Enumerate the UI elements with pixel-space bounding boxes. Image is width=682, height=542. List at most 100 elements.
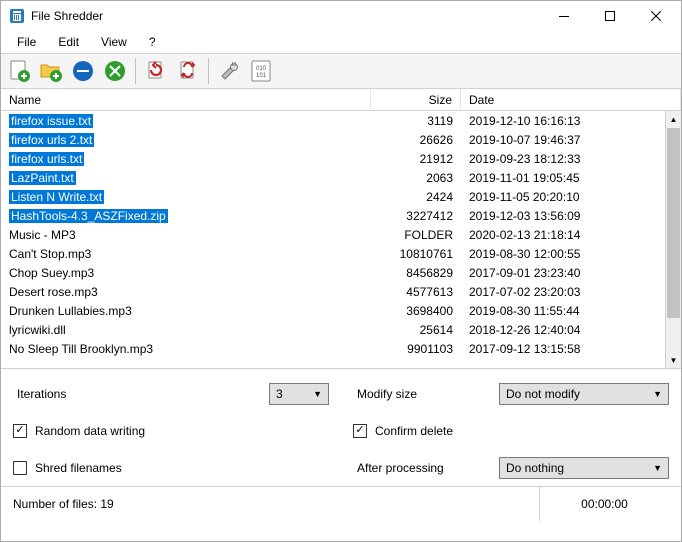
cell-size: FOLDER: [371, 228, 461, 242]
menu-file[interactable]: File: [7, 33, 46, 51]
cell-date: 2019-10-07 19:46:37: [461, 133, 681, 147]
table-row[interactable]: Music - MP3FOLDER2020-02-13 21:18:14: [1, 225, 681, 244]
scroll-thumb[interactable]: [667, 128, 680, 318]
scroll-track[interactable]: [666, 319, 681, 352]
window-title: File Shredder: [31, 9, 541, 23]
cell-name: Drunken Lullabies.mp3: [1, 304, 371, 318]
cell-size: 8456829: [371, 266, 461, 280]
menu-edit[interactable]: Edit: [48, 33, 89, 51]
cell-name: Music - MP3: [1, 228, 371, 242]
svg-text:101: 101: [256, 73, 267, 79]
chevron-down-icon: ▼: [313, 389, 322, 399]
cell-name: No Sleep Till Brooklyn.mp3: [1, 342, 371, 356]
table-row[interactable]: Drunken Lullabies.mp336984002019-08-30 1…: [1, 301, 681, 320]
cell-size: 25614: [371, 323, 461, 337]
column-date[interactable]: Date: [461, 89, 681, 110]
settings-button[interactable]: [215, 56, 243, 86]
table-row[interactable]: HashTools-4.3_ASZFixed.zip32274122019-12…: [1, 206, 681, 225]
cell-date: 2017-09-12 13:15:58: [461, 342, 681, 356]
add-file-button[interactable]: [5, 56, 33, 86]
column-size[interactable]: Size: [371, 89, 461, 110]
column-name[interactable]: Name: [1, 89, 371, 110]
titlebar: File Shredder: [1, 1, 681, 31]
confirm-delete-checkbox[interactable]: ✓: [353, 424, 367, 438]
cell-date: 2017-07-02 23:20:03: [461, 285, 681, 299]
status-time: 00:00:00: [539, 487, 669, 521]
minimize-button[interactable]: [541, 1, 587, 31]
after-processing-value: Do nothing: [506, 461, 564, 475]
add-folder-button[interactable]: [37, 56, 65, 86]
toolbar: 010 101: [1, 53, 681, 89]
table-row[interactable]: Chop Suey.mp384568292017-09-01 23:23:40: [1, 263, 681, 282]
confirm-delete-label[interactable]: Confirm delete: [375, 424, 453, 438]
after-processing-select[interactable]: Do nothing ▼: [499, 457, 669, 479]
table-row[interactable]: LazPaint.txt20632019-11-01 19:05:45: [1, 168, 681, 187]
cell-name: HashTools-4.3_ASZFixed.zip: [1, 209, 371, 223]
remove-button[interactable]: [69, 56, 97, 86]
statusbar: Number of files: 19 00:00:00: [1, 487, 681, 521]
binary-button[interactable]: 010 101: [247, 56, 275, 86]
scroll-up-icon[interactable]: ▲: [666, 111, 681, 127]
cell-date: 2020-02-13 21:18:14: [461, 228, 681, 242]
scroll-down-icon[interactable]: ▼: [666, 352, 681, 368]
cell-date: 2018-12-26 12:40:04: [461, 323, 681, 337]
cell-size: 10810761: [371, 247, 461, 261]
table-row[interactable]: Desert rose.mp345776132017-07-02 23:20:0…: [1, 282, 681, 301]
scrollbar[interactable]: ▲ ▼: [665, 111, 681, 368]
cell-name: lyricwiki.dll: [1, 323, 371, 337]
table-row[interactable]: firefox urls 2.txt266262019-10-07 19:46:…: [1, 130, 681, 149]
menubar: File Edit View ?: [1, 31, 681, 53]
modify-size-select[interactable]: Do not modify ▼: [499, 383, 669, 405]
close-button[interactable]: [633, 1, 679, 31]
after-processing-label: After processing: [357, 461, 499, 475]
controls-panel: Iterations 3 ▼ Modify size Do not modify…: [1, 369, 681, 487]
iterations-label: Iterations: [17, 387, 269, 401]
cell-date: 2019-11-05 20:20:10: [461, 190, 681, 204]
cell-name: firefox issue.txt: [1, 114, 371, 128]
modify-size-label: Modify size: [357, 387, 499, 401]
svg-text:010: 010: [256, 66, 267, 72]
shred-filenames-label[interactable]: Shred filenames: [35, 461, 122, 475]
file-list[interactable]: firefox issue.txt31192019-12-10 16:16:13…: [1, 111, 681, 369]
cell-name: firefox urls.txt: [1, 152, 371, 166]
table-row[interactable]: firefox urls.txt219122019-09-23 18:12:33: [1, 149, 681, 168]
maximize-button[interactable]: [587, 1, 633, 31]
cell-size: 2424: [371, 190, 461, 204]
status-count: Number of files: 19: [13, 497, 539, 511]
cell-name: firefox urls 2.txt: [1, 133, 371, 147]
refresh-button[interactable]: [174, 56, 202, 86]
cell-date: 2019-09-23 18:12:33: [461, 152, 681, 166]
column-header: Name Size Date: [1, 89, 681, 111]
modify-size-value: Do not modify: [506, 387, 580, 401]
cell-name: Can't Stop.mp3: [1, 247, 371, 261]
chevron-down-icon: ▼: [653, 463, 662, 473]
table-row[interactable]: firefox issue.txt31192019-12-10 16:16:13: [1, 111, 681, 130]
cell-date: 2019-12-10 16:16:13: [461, 114, 681, 128]
cell-size: 4577613: [371, 285, 461, 299]
iterations-value: 3: [276, 387, 283, 401]
shred-filenames-checkbox[interactable]: [13, 461, 27, 475]
cell-date: 2019-11-01 19:05:45: [461, 171, 681, 185]
table-row[interactable]: No Sleep Till Brooklyn.mp399011032017-09…: [1, 339, 681, 358]
clear-button[interactable]: [101, 56, 129, 86]
cell-date: 2019-12-03 13:56:09: [461, 209, 681, 223]
cell-size: 26626: [371, 133, 461, 147]
cell-size: 3119: [371, 114, 461, 128]
cell-name: Chop Suey.mp3: [1, 266, 371, 280]
cell-size: 2063: [371, 171, 461, 185]
random-writing-checkbox[interactable]: ✓: [13, 424, 27, 438]
table-row[interactable]: Listen N Write.txt24242019-11-05 20:20:1…: [1, 187, 681, 206]
cell-name: Listen N Write.txt: [1, 190, 371, 204]
table-row[interactable]: lyricwiki.dll256142018-12-26 12:40:04: [1, 320, 681, 339]
cell-name: Desert rose.mp3: [1, 285, 371, 299]
iterations-select[interactable]: 3 ▼: [269, 383, 329, 405]
menu-view[interactable]: View: [91, 33, 137, 51]
random-writing-label[interactable]: Random data writing: [35, 424, 145, 438]
cell-date: 2019-08-30 11:55:44: [461, 304, 681, 318]
table-row[interactable]: Can't Stop.mp3108107612019-08-30 12:00:5…: [1, 244, 681, 263]
app-icon: [9, 8, 25, 24]
toolbar-separator: [208, 58, 209, 84]
cell-name: LazPaint.txt: [1, 171, 371, 185]
menu-help[interactable]: ?: [139, 33, 166, 51]
shred-button[interactable]: [142, 56, 170, 86]
